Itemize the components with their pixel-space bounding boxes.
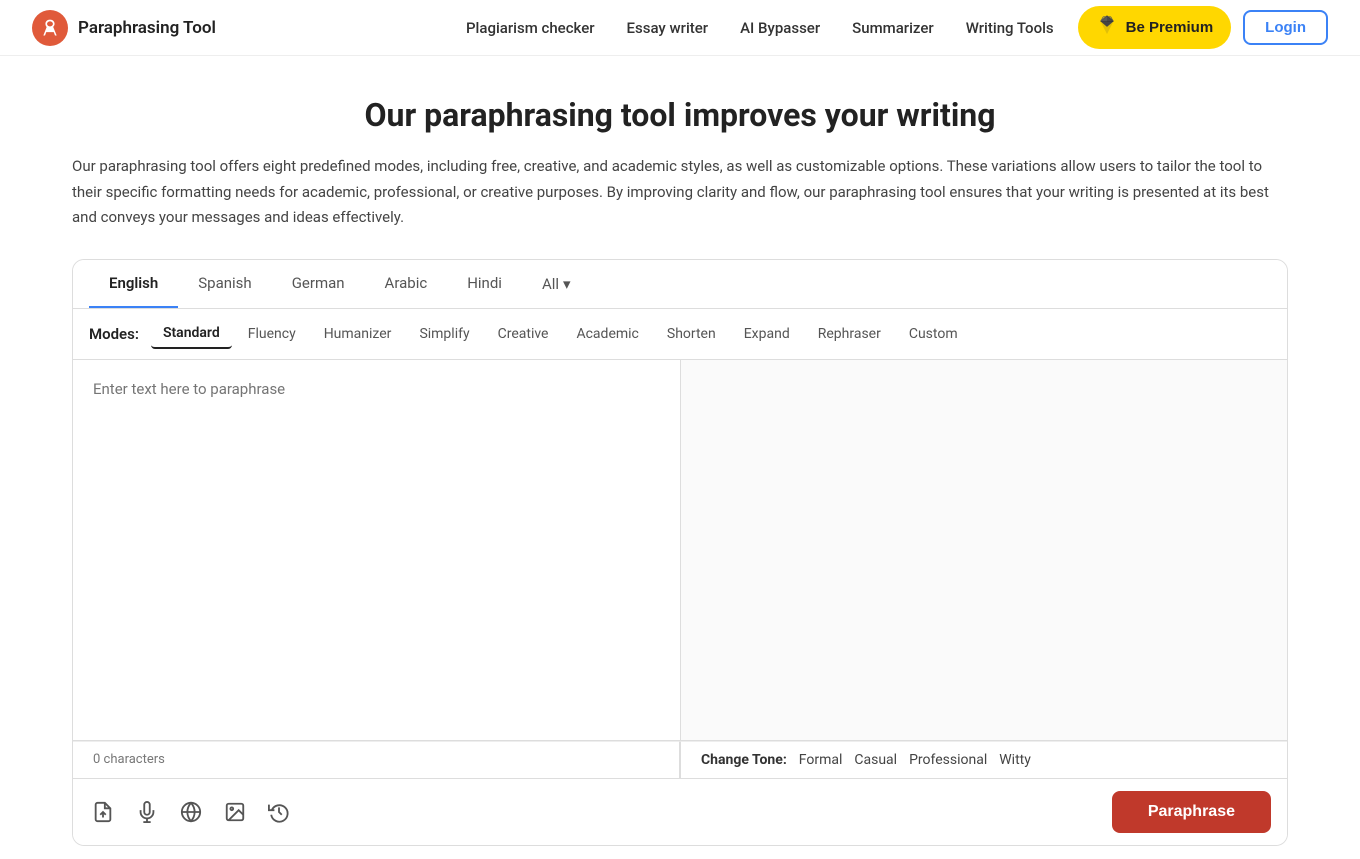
lang-tab-german[interactable]: German xyxy=(272,260,365,308)
language-tabs: English Spanish German Arabic Hindi All … xyxy=(73,260,1287,309)
header: Paraphrasing Tool Plagiarism checker Ess… xyxy=(0,0,1360,56)
nav-ai-bypasser[interactable]: AI Bypasser xyxy=(740,19,820,37)
change-tone-label: Change Tone: xyxy=(701,752,787,768)
tone-witty[interactable]: Witty xyxy=(999,752,1031,768)
all-label: All xyxy=(542,275,559,293)
char-count: 0 characters xyxy=(73,741,680,778)
paraphrase-button[interactable]: Paraphrase xyxy=(1112,791,1271,833)
mode-custom[interactable]: Custom xyxy=(897,320,970,348)
logo[interactable]: Paraphrasing Tool xyxy=(32,10,216,46)
bottom-toolbar: Paraphrase xyxy=(73,778,1287,845)
mode-expand[interactable]: Expand xyxy=(732,320,802,348)
image-icon[interactable] xyxy=(221,798,249,826)
bottom-info-row: 0 characters Change Tone: Formal Casual … xyxy=(73,740,1287,778)
toolbar-icons xyxy=(89,798,293,826)
lang-tab-english[interactable]: English xyxy=(89,260,178,308)
logo-icon xyxy=(32,10,68,46)
tone-formal[interactable]: Formal xyxy=(799,752,843,768)
logo-text: Paraphrasing Tool xyxy=(78,18,216,38)
mode-simplify[interactable]: Simplify xyxy=(407,320,481,348)
all-languages-dropdown[interactable]: All ▾ xyxy=(522,261,591,307)
lang-tab-arabic[interactable]: Arabic xyxy=(365,260,448,308)
modes-label: Modes: xyxy=(89,325,139,343)
main-content: Our paraphrasing tool improves your writ… xyxy=(40,56,1320,846)
hero-description: Our paraphrasing tool offers eight prede… xyxy=(72,154,1288,231)
mode-creative[interactable]: Creative xyxy=(486,320,561,348)
upload-icon[interactable] xyxy=(89,798,117,826)
modes-bar: Modes: Standard Fluency Humanizer Simpli… xyxy=(73,309,1287,360)
translate-icon[interactable] xyxy=(177,798,205,826)
mode-academic[interactable]: Academic xyxy=(564,320,650,348)
editor-left xyxy=(73,360,681,740)
nav-summarizer[interactable]: Summarizer xyxy=(852,19,934,37)
nav-plagiarism[interactable]: Plagiarism checker xyxy=(466,19,595,37)
mode-fluency[interactable]: Fluency xyxy=(236,320,308,348)
hero-title: Our paraphrasing tool improves your writ… xyxy=(72,96,1288,134)
mode-humanizer[interactable]: Humanizer xyxy=(312,320,404,348)
editor-right xyxy=(681,360,1288,740)
mode-standard[interactable]: Standard xyxy=(151,319,232,349)
text-input[interactable] xyxy=(73,360,680,740)
mode-rephraser[interactable]: Rephraser xyxy=(806,320,893,348)
history-icon[interactable] xyxy=(265,798,293,826)
gem-icon xyxy=(1096,14,1118,41)
tool-box: English Spanish German Arabic Hindi All … xyxy=(72,259,1288,846)
main-nav: Plagiarism checker Essay writer AI Bypas… xyxy=(466,19,1054,37)
editor-row xyxy=(73,360,1287,740)
lang-tab-hindi[interactable]: Hindi xyxy=(447,260,522,308)
nav-writing-tools[interactable]: Writing Tools xyxy=(966,19,1054,37)
tone-casual[interactable]: Casual xyxy=(854,752,897,768)
login-button[interactable]: Login xyxy=(1243,10,1328,45)
tone-professional[interactable]: Professional xyxy=(909,752,987,768)
nav-essay[interactable]: Essay writer xyxy=(627,19,709,37)
microphone-icon[interactable] xyxy=(133,798,161,826)
change-tone-bar: Change Tone: Formal Casual Professional … xyxy=(680,741,1287,778)
mode-shorten[interactable]: Shorten xyxy=(655,320,728,348)
premium-label: Be Premium xyxy=(1126,19,1214,36)
chevron-down-icon: ▾ xyxy=(563,275,571,293)
be-premium-button[interactable]: Be Premium xyxy=(1078,6,1232,49)
output-area xyxy=(681,360,1288,740)
lang-tab-spanish[interactable]: Spanish xyxy=(178,260,271,308)
